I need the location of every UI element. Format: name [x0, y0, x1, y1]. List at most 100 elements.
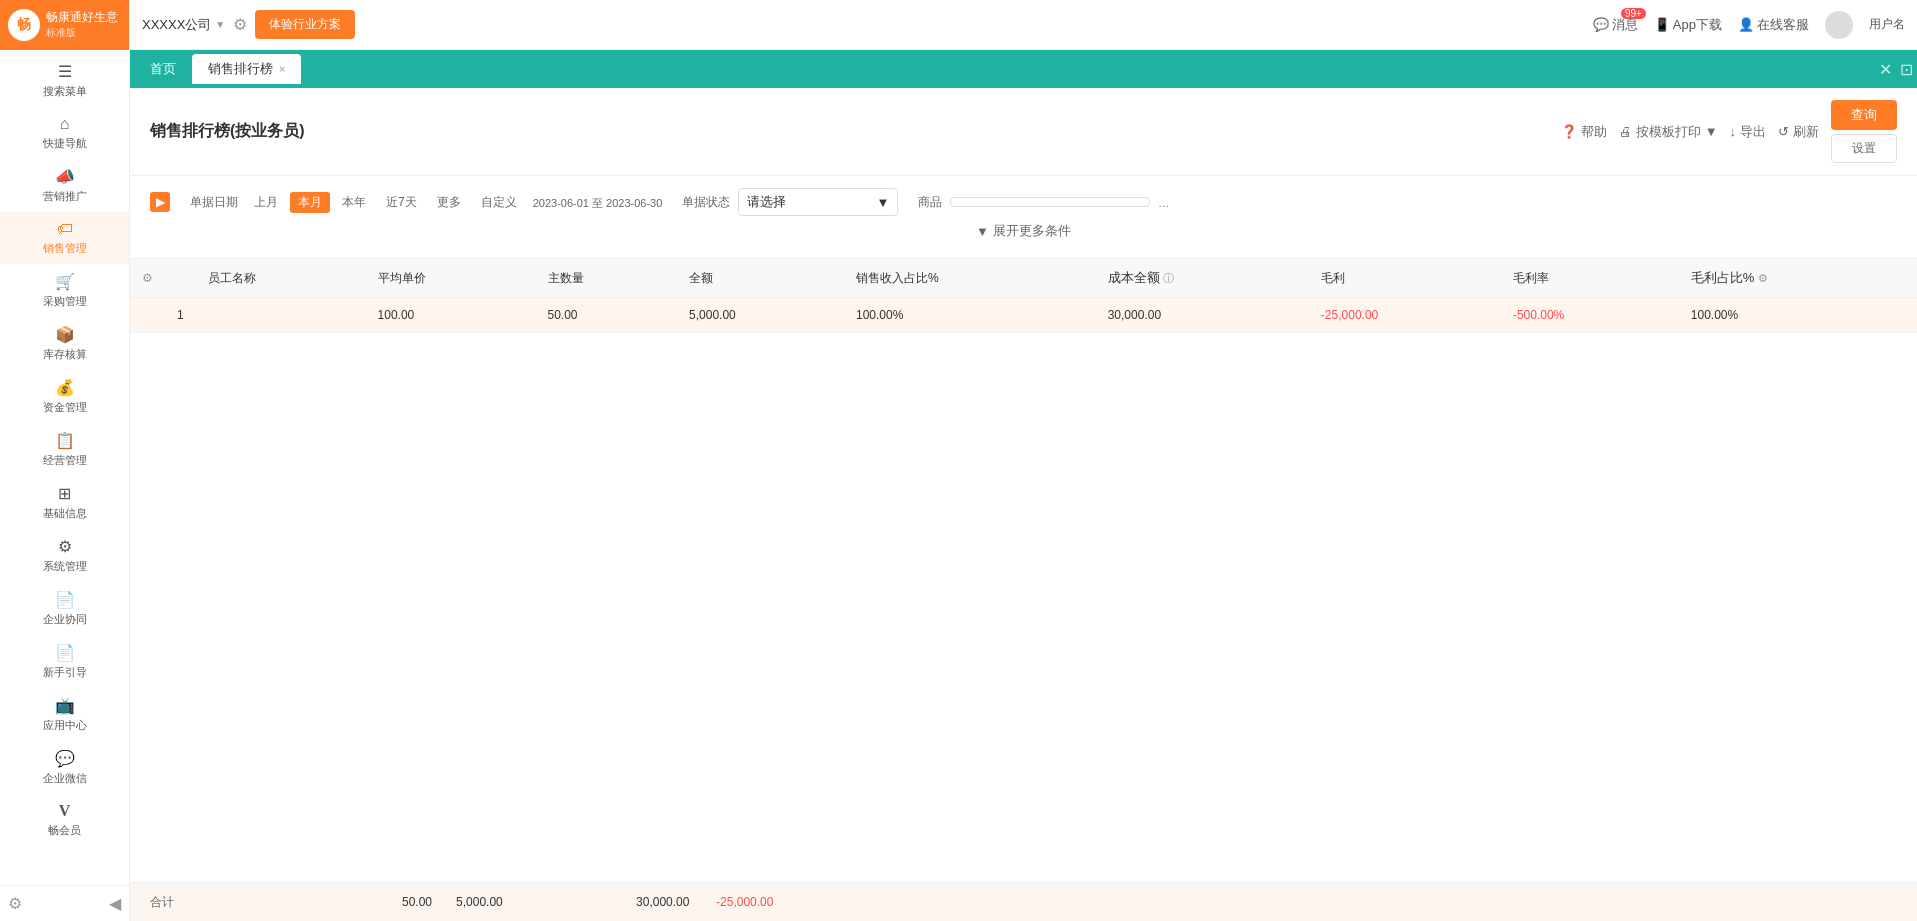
- app-label: App下载: [1673, 16, 1722, 34]
- cell-sales-pct: 100.00%: [844, 298, 1096, 333]
- sidebar-item-sales[interactable]: 🏷 销售管理: [0, 212, 129, 264]
- sidebar-label-operations: 经营管理: [43, 453, 87, 468]
- settings-btn[interactable]: 设置: [1831, 134, 1897, 163]
- tab-sales-label: 销售排行榜: [208, 60, 273, 78]
- sidebar-item-inventory[interactable]: 📦 库存核算: [0, 317, 129, 370]
- settings-bottom-icon[interactable]: ⚙: [8, 894, 22, 913]
- sidebar-label-wechat: 企业微信: [43, 771, 87, 786]
- tab-close-icon[interactable]: ×: [279, 63, 285, 75]
- help-label: 帮助: [1581, 123, 1607, 141]
- sidebar-item-enterprise[interactable]: 📄 企业协同: [0, 582, 129, 635]
- cell-rank: 1: [165, 298, 196, 333]
- print-btn[interactable]: 🖨 按模板打印 ▼: [1619, 123, 1718, 141]
- filter-status-select[interactable]: 请选择 ▼: [738, 188, 898, 216]
- sidebar-item-finance[interactable]: 💰 资金管理: [0, 370, 129, 423]
- filter-status-placeholder: 请选择: [747, 193, 786, 211]
- online-service-btn[interactable]: 👤 在线客服: [1738, 16, 1809, 34]
- sidebar-item-operations[interactable]: 📋 经营管理: [0, 423, 129, 476]
- refresh-label: 刷新: [1793, 123, 1819, 141]
- sidebar-label-member: 畅会员: [48, 823, 81, 838]
- sidebar-item-search[interactable]: ☰ 搜索菜单: [0, 54, 129, 107]
- tab-sales-rank[interactable]: 销售排行榜 ×: [192, 54, 301, 84]
- operations-icon: 📋: [55, 431, 75, 450]
- col-header-amount[interactable]: 全额: [677, 259, 844, 298]
- help-icon: ❓: [1561, 124, 1577, 139]
- sidebar-label-system: 系统管理: [43, 559, 87, 574]
- sidebar-nav: ☰ 搜索菜单 ⌂ 快捷导航 📣 营销推广 🏷 销售管理 🛒 采购管理 📦 库存核…: [0, 50, 129, 885]
- filter-status-label: 单据状态: [682, 194, 730, 211]
- expand-more-row: ▼ 展开更多条件: [150, 216, 1897, 246]
- filter-more-btn[interactable]: ...: [1158, 195, 1169, 210]
- sidebar-label-search: 搜索菜单: [43, 84, 87, 99]
- company-name: XXXXX公司: [142, 16, 211, 34]
- profit-pct-info-icon[interactable]: ⚙: [1758, 272, 1768, 284]
- query-settings-group: 查询 设置: [1831, 100, 1897, 163]
- username-label[interactable]: 用户名: [1869, 16, 1905, 33]
- enterprise-icon: 📄: [55, 590, 75, 609]
- date-tab-this-month[interactable]: 本月: [290, 192, 330, 213]
- query-btn[interactable]: 查询: [1831, 100, 1897, 130]
- date-tab-custom[interactable]: 自定义: [473, 192, 525, 213]
- service-icon: 👤: [1738, 17, 1754, 32]
- print-dropdown-icon: ▼: [1705, 124, 1718, 139]
- refresh-btn[interactable]: ↺ 刷新: [1778, 123, 1819, 141]
- date-tab-7days[interactable]: 近7天: [378, 192, 425, 213]
- filter-date-item: 单据日期 上月 本月 本年 近7天 更多 自定义 2023-06-01 至 20…: [190, 192, 662, 213]
- system-icon: ⚙: [58, 537, 72, 556]
- export-icon: ↓: [1730, 124, 1737, 139]
- window-restore-btn[interactable]: ⊡: [1900, 60, 1913, 79]
- purchase-icon: 🛒: [55, 272, 75, 291]
- sidebar-item-wechat[interactable]: 💬 企业微信: [0, 741, 129, 794]
- collapse-icon[interactable]: ◀: [109, 894, 121, 913]
- help-btn[interactable]: ❓ 帮助: [1561, 123, 1607, 141]
- col-header-profit-rate[interactable]: 毛利率: [1501, 259, 1679, 298]
- sales-rank-table: ⚙ 员工名称 平均单价 主数量 全额 销售收入占比% 成本全额 ⓘ 毛利 毛利率: [130, 259, 1917, 333]
- industry-btn[interactable]: 体验行业方案: [255, 10, 355, 39]
- sidebar-item-purchase[interactable]: 🛒 采购管理: [0, 264, 129, 317]
- sidebar-item-guide[interactable]: 📄 新手引导: [0, 635, 129, 688]
- col-header-quantity[interactable]: 主数量: [536, 259, 678, 298]
- guide-icon: 📄: [55, 643, 75, 662]
- sales-icon: 🏷: [57, 220, 73, 238]
- filter-date-label: 单据日期: [190, 194, 238, 211]
- col-header-profit[interactable]: 毛利: [1309, 259, 1501, 298]
- message-icon: 💬: [1593, 17, 1609, 32]
- sidebar-item-basic-info[interactable]: ⊞ 基础信息: [0, 476, 129, 529]
- col-header-settings[interactable]: ⚙: [130, 259, 165, 298]
- sidebar-label-guide: 新手引导: [43, 665, 87, 680]
- col-header-cost[interactable]: 成本全额 ⓘ: [1096, 259, 1309, 298]
- app-download-btn[interactable]: 📱 App下载: [1654, 16, 1722, 34]
- table-footer: 合计 50.00 5,000.00 30,000.00 -25,000.00: [130, 882, 1917, 921]
- sidebar-label-basic-info: 基础信息: [43, 506, 87, 521]
- cost-info-icon[interactable]: ⓘ: [1163, 272, 1174, 284]
- col-header-name[interactable]: 员工名称: [196, 259, 366, 298]
- message-btn[interactable]: 💬 消息 99+: [1593, 16, 1638, 34]
- date-tab-this-year[interactable]: 本年: [334, 192, 374, 213]
- date-tab-last-month[interactable]: 上月: [246, 192, 286, 213]
- sidebar-item-marketing[interactable]: 📣 营销推广: [0, 159, 129, 212]
- filter-goods-input[interactable]: [950, 197, 1150, 207]
- member-icon: V: [59, 802, 71, 820]
- tab-home[interactable]: 首页: [134, 54, 192, 84]
- col-header-profit-pct[interactable]: 毛利占比% ⚙: [1679, 259, 1917, 298]
- quick-nav-icon: ⌂: [60, 115, 70, 133]
- col-header-sales-pct[interactable]: 销售收入占比%: [844, 259, 1096, 298]
- topbar-settings-icon[interactable]: ⚙: [233, 15, 247, 34]
- user-avatar[interactable]: [1825, 11, 1853, 39]
- company-selector[interactable]: XXXXX公司 ▼: [142, 16, 225, 34]
- filter-status-dropdown-icon: ▼: [876, 195, 889, 210]
- col-header-avg-price[interactable]: 平均单价: [366, 259, 536, 298]
- filter-area: ▶ 单据日期 上月 本月 本年 近7天 更多 自定义 2023-06-01 至 …: [130, 176, 1917, 259]
- window-close-btn[interactable]: ✕: [1879, 60, 1892, 79]
- export-btn[interactable]: ↓ 导出: [1730, 123, 1767, 141]
- date-tab-more[interactable]: 更多: [429, 192, 469, 213]
- footer-quantity: [230, 898, 390, 906]
- sidebar-item-app-center[interactable]: 📺 应用中心: [0, 688, 129, 741]
- expand-btn[interactable]: ▼ 展开更多条件: [976, 222, 1071, 240]
- export-label: 导出: [1740, 123, 1766, 141]
- filter-toggle-icon[interactable]: ▶: [150, 192, 170, 212]
- date-range-text: 2023-06-01 至 2023-06-30: [533, 196, 663, 211]
- sidebar-item-quick-nav[interactable]: ⌂ 快捷导航: [0, 107, 129, 159]
- sidebar-item-system[interactable]: ⚙ 系统管理: [0, 529, 129, 582]
- sidebar-item-member[interactable]: V 畅会员: [0, 794, 129, 846]
